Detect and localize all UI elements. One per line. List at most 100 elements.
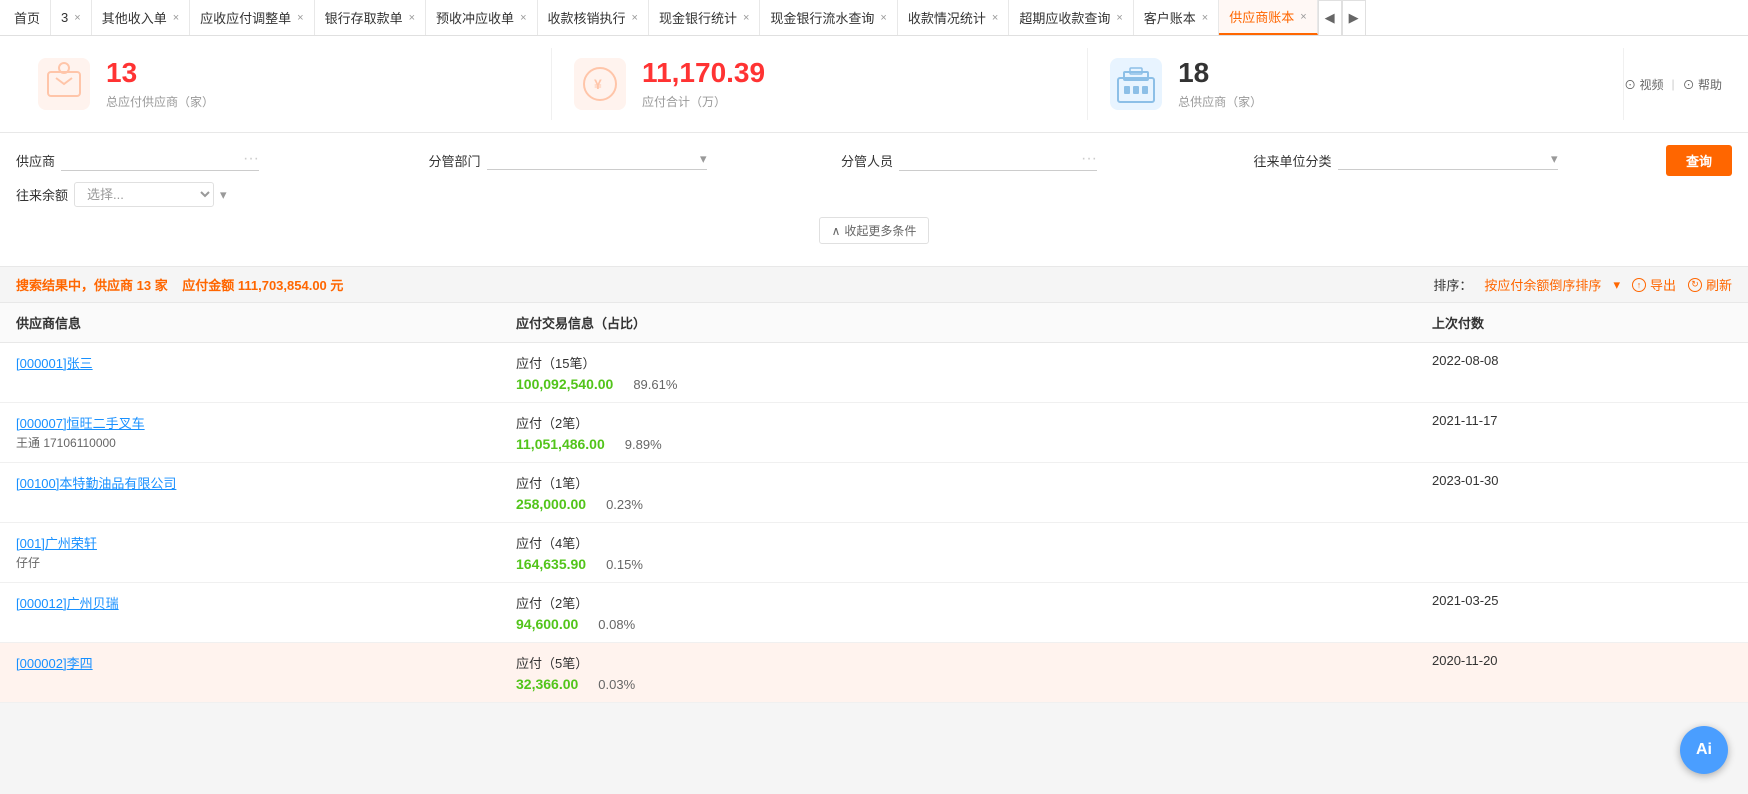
filter-group-category: 往来单位分类 ▾ bbox=[1254, 151, 1651, 170]
filter-group-balance: 往来余额 选择... ▾ bbox=[16, 182, 1732, 207]
col-header-payable: 应付交易信息（占比） bbox=[516, 313, 1432, 332]
dept-dropdown-icon[interactable]: ▾ bbox=[700, 151, 707, 167]
total-suppliers-label: 总供应商（家） bbox=[1178, 93, 1262, 110]
close-tab-overdue-query[interactable]: × bbox=[1116, 12, 1122, 24]
nav-tab-cash-bank-stat[interactable]: 现金银行统计 × bbox=[649, 0, 760, 35]
payable-total-icon: ¥ bbox=[572, 56, 628, 112]
nav-tab-overdue-query[interactable]: 超期应收款查询 × bbox=[1009, 0, 1133, 35]
nav-arrow-left[interactable]: ◀ bbox=[1318, 0, 1342, 36]
supplier-link-3[interactable]: [00100]本特勤油品有限公司 bbox=[16, 473, 516, 492]
table-row: [00100]本特勤油品有限公司 应付（1笔） 258,000.00 0.23%… bbox=[0, 463, 1748, 523]
collapse-icon: ∧ bbox=[832, 224, 841, 238]
payable-row-5: 94,600.00 0.08% bbox=[516, 616, 1432, 632]
last-pay-2: 2021-11-17 bbox=[1432, 413, 1732, 428]
close-tab-customer-ledger[interactable]: × bbox=[1202, 12, 1208, 24]
supplier-link-4[interactable]: [001]广州荣轩 bbox=[16, 533, 516, 552]
video-icon: ⊙ bbox=[1624, 78, 1636, 92]
dept-select-wrapper: ▾ bbox=[487, 151, 707, 170]
svg-text:¥: ¥ bbox=[594, 76, 602, 92]
payable-info-5: 应付（2笔） 94,600.00 0.08% bbox=[516, 593, 1432, 632]
supplier-dots: ··· bbox=[243, 150, 259, 168]
payable-total-number: 11,170.39 bbox=[642, 58, 765, 89]
supplier-link-5[interactable]: [000012]广州贝瑞 bbox=[16, 593, 516, 612]
video-link[interactable]: ⊙ 视频 bbox=[1624, 76, 1663, 93]
table-row: [000002]李四 应付（5笔） 32,366.00 0.03% 2020-1… bbox=[0, 643, 1748, 703]
payable-info-3: 应付（1笔） 258,000.00 0.23% bbox=[516, 473, 1432, 512]
nav-tab-cash-flow-query[interactable]: 现金银行流水查询 × bbox=[760, 0, 897, 35]
refresh-button[interactable]: ↻ 刷新 bbox=[1688, 275, 1732, 294]
supplier-link-2[interactable]: [000007]恒旺二手叉车 bbox=[16, 413, 516, 432]
category-label: 往来单位分类 bbox=[1254, 151, 1332, 170]
sort-dropdown-icon[interactable]: ▾ bbox=[1613, 277, 1620, 293]
nav-tab-receipt-stat[interactable]: 收款情况统计 × bbox=[898, 0, 1009, 35]
payable-suppliers-icon bbox=[36, 56, 92, 112]
payable-row-1: 100,092,540.00 89.61% bbox=[516, 376, 1432, 392]
nav-tab-ar-ap-adjust[interactable]: 应收应付调整单 × bbox=[190, 0, 314, 35]
balance-select-wrapper: 选择... ▾ bbox=[74, 182, 227, 207]
export-icon: ↑ bbox=[1632, 278, 1646, 292]
payable-row-2: 11,051,486.00 9.89% bbox=[516, 436, 1432, 452]
collapse-button[interactable]: ∧ 收起更多条件 bbox=[819, 217, 930, 244]
close-tab-ar-ap-adjust[interactable]: × bbox=[297, 12, 303, 24]
total-suppliers-icon bbox=[1108, 56, 1164, 112]
close-tab-cash-bank-stat[interactable]: × bbox=[743, 12, 749, 24]
nav-arrow-right[interactable]: ▶ bbox=[1342, 0, 1366, 36]
top-navigation: 首页 3 × 其他收入单 × 应收应付调整单 × 银行存取款单 × 预收冲应收单… bbox=[0, 0, 1748, 36]
close-tab-bank-deposit[interactable]: × bbox=[409, 12, 415, 24]
supplier-info-5: [000012]广州贝瑞 bbox=[16, 593, 516, 612]
nav-tab-home[interactable]: 首页 bbox=[4, 0, 51, 35]
nav-tab-customer-ledger[interactable]: 客户账本 × bbox=[1134, 0, 1219, 35]
close-tab-prepay-offset[interactable]: × bbox=[520, 12, 526, 24]
card-info-total-suppliers: 18 总供应商（家） bbox=[1178, 58, 1262, 110]
supplier-link-6[interactable]: [000002]李四 bbox=[16, 653, 516, 672]
summary-area: 13 总应付供应商（家） ¥ 11,170.39 应付合计（万） bbox=[0, 36, 1748, 133]
category-input[interactable] bbox=[1338, 152, 1551, 167]
col-header-lastpay: 上次付数 bbox=[1432, 313, 1732, 332]
dept-input[interactable] bbox=[487, 152, 700, 167]
table-row: [001]广州荣轩 仔仔 应付（4笔） 164,635.90 0.15% bbox=[0, 523, 1748, 583]
search-button[interactable]: 查询 bbox=[1666, 145, 1732, 176]
payable-info-6: 应付（5笔） 32,366.00 0.03% bbox=[516, 653, 1432, 692]
close-tab-3[interactable]: × bbox=[74, 12, 80, 24]
supplier-link-1[interactable]: [000001]张三 bbox=[16, 353, 516, 372]
nav-tab-receipt-verify[interactable]: 收款核销执行 × bbox=[538, 0, 649, 35]
nav-tab-other-income[interactable]: 其他收入单 × bbox=[92, 0, 190, 35]
close-tab-other-income[interactable]: × bbox=[173, 12, 179, 24]
nav-tab-prepay-offset[interactable]: 预收冲应收单 × bbox=[426, 0, 537, 35]
payable-suppliers-label: 总应付供应商（家） bbox=[106, 93, 214, 110]
supplier-info-6: [000002]李四 bbox=[16, 653, 516, 672]
supplier-info-3: [00100]本特勤油品有限公司 bbox=[16, 473, 516, 492]
close-tab-supplier-ledger[interactable]: × bbox=[1300, 11, 1306, 23]
last-pay-5: 2021-03-25 bbox=[1432, 593, 1732, 608]
supplier-label: 供应商 bbox=[16, 151, 55, 170]
supplier-input-wrapper: ··· bbox=[61, 150, 259, 171]
close-tab-cash-flow-query[interactable]: × bbox=[880, 12, 886, 24]
table-row: [000007]恒旺二手叉车 王通 17106110000 应付（2笔） 11,… bbox=[0, 403, 1748, 463]
category-dropdown-icon[interactable]: ▾ bbox=[1551, 151, 1558, 167]
results-actions: 排序： 按应付余额倒序排序 ▾ ↑ 导出 ↻ 刷新 bbox=[1433, 275, 1732, 294]
table-row: [000012]广州贝瑞 应付（2笔） 94,600.00 0.08% 2021… bbox=[0, 583, 1748, 643]
balance-select[interactable]: 选择... bbox=[74, 182, 214, 207]
help-link[interactable]: ⊙ 帮助 bbox=[1683, 76, 1722, 93]
help-icon: ⊙ bbox=[1683, 78, 1695, 92]
dept-label: 分管部门 bbox=[429, 151, 481, 170]
refresh-icon: ↻ bbox=[1688, 278, 1702, 292]
export-button[interactable]: ↑ 导出 bbox=[1632, 275, 1676, 294]
filter-group-supplier: 供应商 ··· bbox=[16, 150, 413, 171]
nav-tab-bank-deposit[interactable]: 银行存取款单 × bbox=[315, 0, 426, 35]
balance-dropdown-icon: ▾ bbox=[220, 187, 227, 203]
payable-row-3: 258,000.00 0.23% bbox=[516, 496, 1432, 512]
payable-suppliers-number: 13 bbox=[106, 58, 214, 89]
nav-tab-3[interactable]: 3 × bbox=[51, 0, 92, 35]
summary-card-payable-suppliers: 13 总应付供应商（家） bbox=[16, 48, 552, 120]
nav-tab-supplier-ledger[interactable]: 供应商账本 × bbox=[1219, 0, 1317, 35]
supplier-input[interactable] bbox=[61, 152, 241, 167]
person-input[interactable] bbox=[899, 152, 1079, 167]
close-tab-receipt-verify[interactable]: × bbox=[632, 12, 638, 24]
supplier-info-1: [000001]张三 bbox=[16, 353, 516, 372]
filter-group-dept: 分管部门 ▾ bbox=[429, 151, 826, 170]
payable-info-1: 应付（15笔） 100,092,540.00 89.61% bbox=[516, 353, 1432, 392]
sort-selector[interactable]: 按应付余额倒序排序 bbox=[1484, 275, 1601, 294]
ai-button[interactable]: Ai bbox=[1680, 726, 1728, 774]
close-tab-receipt-stat[interactable]: × bbox=[992, 12, 998, 24]
